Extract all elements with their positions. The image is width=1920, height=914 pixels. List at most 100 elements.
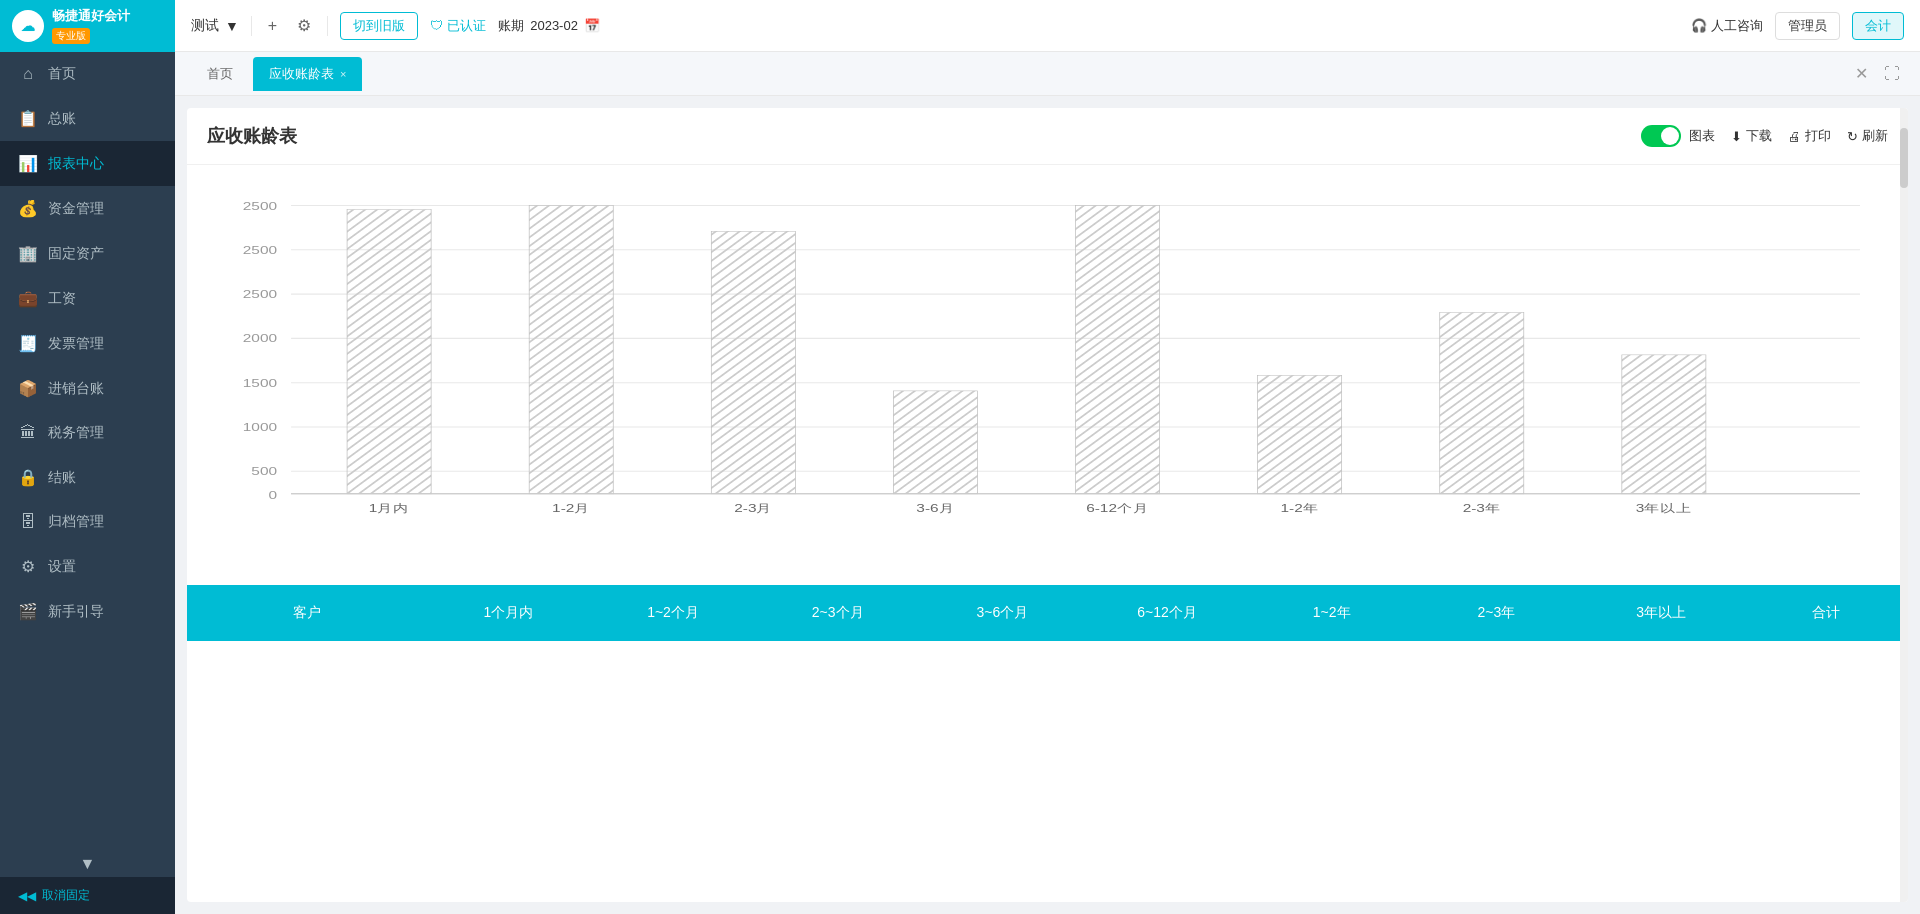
table-col-0: 客户 <box>187 604 426 622</box>
period-label: 账期 <box>498 17 524 35</box>
refresh-icon: ↻ <box>1847 129 1858 144</box>
main-area: 测试 ▼ + ⚙ 切到旧版 🛡 已认证 账期 2023-02 📅 🎧 人工咨询 … <box>175 0 1920 914</box>
sidebar-item-salary[interactable]: 💼 工资 <box>0 276 175 321</box>
logo-icon: ☁ <box>12 10 44 42</box>
sidebar-item-tax[interactable]: 🏛 税务管理 <box>0 411 175 455</box>
archive-icon: 🗄 <box>18 513 38 531</box>
svg-text:1-2月: 1-2月 <box>552 502 590 515</box>
sidebar-item-invoice[interactable]: 🧾 发票管理 <box>0 321 175 366</box>
certified-badge: 🛡 已认证 <box>430 17 486 35</box>
reports-icon: 📊 <box>18 154 38 173</box>
trade-icon: 📦 <box>18 379 38 398</box>
table-col-6: 1~2年 <box>1249 604 1414 622</box>
sidebar-label-tax: 税务管理 <box>48 424 104 442</box>
content-area: 应收账龄表 图表 ⬇ 下载 🖨 打印 ↻ <box>175 96 1920 914</box>
svg-text:500: 500 <box>251 465 277 478</box>
sidebar-label-guide: 新手引导 <box>48 603 104 621</box>
sidebar-scroll-down[interactable]: ▼ <box>0 851 175 877</box>
svg-text:1000: 1000 <box>243 421 277 434</box>
logo-text: 畅捷通好会计 <box>52 8 130 25</box>
chart-toggle-container: 图表 <box>1641 125 1715 147</box>
sidebar-label-salary: 工资 <box>48 290 76 308</box>
assets-icon: 🏢 <box>18 244 38 263</box>
user-manager-btn[interactable]: 管理员 <box>1775 12 1840 40</box>
bar-3年以上 <box>1622 355 1706 494</box>
bar-chart-svg: 2500 2500 2500 2000 1500 1000 500 0 <box>207 185 1888 535</box>
shield-icon: 🛡 <box>430 18 443 33</box>
sidebar-label-ledger: 总账 <box>48 110 76 128</box>
pin-label: 取消固定 <box>42 887 90 904</box>
sidebar-label-closing: 结账 <box>48 469 76 487</box>
download-icon: ⬇ <box>1731 129 1742 144</box>
period-selector[interactable]: 账期 2023-02 📅 <box>498 17 600 35</box>
invoice-icon: 🧾 <box>18 334 38 353</box>
bar-6-12月 <box>1076 206 1160 494</box>
service-btn[interactable]: 🎧 人工咨询 <box>1691 17 1763 35</box>
page-title: 应收账龄表 <box>207 124 297 148</box>
sidebar-item-trade[interactable]: 📦 进销台账 <box>0 366 175 411</box>
svg-text:2500: 2500 <box>243 288 277 301</box>
sidebar-item-settings[interactable]: ⚙ 设置 <box>0 544 175 589</box>
print-button[interactable]: 🖨 打印 <box>1788 127 1831 145</box>
sidebar-label-assets: 固定资产 <box>48 245 104 263</box>
bar-1月内 <box>347 210 431 494</box>
refresh-button[interactable]: ↻ 刷新 <box>1847 127 1888 145</box>
chart-toggle-label: 图表 <box>1689 127 1715 145</box>
svg-text:0: 0 <box>268 489 277 502</box>
refresh-label: 刷新 <box>1862 127 1888 145</box>
sidebar-label-settings: 设置 <box>48 558 76 576</box>
sidebar-item-funds[interactable]: 💰 资金管理 <box>0 186 175 231</box>
svg-text:3-6月: 3-6月 <box>916 502 954 515</box>
fullscreen-button[interactable]: ⛶ <box>1880 60 1904 87</box>
settings-button[interactable]: ⚙ <box>293 12 315 39</box>
table-col-9: 合计 <box>1743 604 1908 622</box>
user-role-btn[interactable]: 会计 <box>1852 12 1904 40</box>
chart-toggle[interactable] <box>1641 125 1681 147</box>
chevron-down-icon: ▼ <box>225 18 239 34</box>
sidebar-item-ledger[interactable]: 📋 总账 <box>0 96 175 141</box>
topbar-divider-1 <box>251 16 252 36</box>
svg-text:2500: 2500 <box>243 200 277 213</box>
bar-2-3年 <box>1440 313 1524 494</box>
ledger-icon: 📋 <box>18 109 38 128</box>
page-container: 应收账龄表 图表 ⬇ 下载 🖨 打印 ↻ <box>187 108 1908 902</box>
tab-close-icon[interactable]: × <box>340 68 346 80</box>
bar-2-3月 <box>711 231 795 494</box>
sidebar-item-home[interactable]: ⌂ 首页 <box>0 52 175 96</box>
service-label: 人工咨询 <box>1711 17 1763 35</box>
switch-version-button[interactable]: 切到旧版 <box>340 12 418 40</box>
sidebar-label-archive: 归档管理 <box>48 513 104 531</box>
project-name: 测试 <box>191 17 219 35</box>
close-window-button[interactable]: ✕ <box>1851 60 1872 87</box>
sidebar-item-guide[interactable]: 🎬 新手引导 <box>0 589 175 634</box>
chart-svg-container: 2500 2500 2500 2000 1500 1000 500 0 <box>207 185 1888 535</box>
svg-text:1月内: 1月内 <box>369 502 409 515</box>
sidebar: ☁ 畅捷通好会计 专业版 ⌂ 首页 📋 总账 📊 报表中心 💰 资金管理 🏢 固… <box>0 0 175 914</box>
closing-icon: 🔒 <box>18 468 38 487</box>
bar-3-6月 <box>893 391 977 494</box>
download-button[interactable]: ⬇ 下载 <box>1731 127 1772 145</box>
add-button[interactable]: + <box>264 13 281 39</box>
tab-home[interactable]: 首页 <box>191 57 249 91</box>
sidebar-item-archive[interactable]: 🗄 归档管理 <box>0 500 175 544</box>
sidebar-item-assets[interactable]: 🏢 固定资产 <box>0 231 175 276</box>
table-col-7: 2~3年 <box>1414 604 1579 622</box>
settings-icon: ⚙ <box>18 557 38 576</box>
table-col-8: 3年以上 <box>1579 604 1744 622</box>
sidebar-label-invoice: 发票管理 <box>48 335 104 353</box>
page-header: 应收账龄表 图表 ⬇ 下载 🖨 打印 ↻ <box>187 108 1908 165</box>
home-icon: ⌂ <box>18 65 38 83</box>
sidebar-item-reports[interactable]: 📊 报表中心 <box>0 141 175 186</box>
project-selector[interactable]: 测试 ▼ <box>191 17 239 35</box>
page-scrollbar[interactable] <box>1900 108 1908 902</box>
tabs-bar: 首页 应收账龄表 × ✕ ⛶ <box>175 52 1920 96</box>
topbar-right: 🎧 人工咨询 管理员 会计 <box>1691 12 1904 40</box>
bar-1-2年 <box>1258 375 1342 493</box>
sidebar-label-reports: 报表中心 <box>48 155 104 173</box>
tab-aging[interactable]: 应收账龄表 × <box>253 57 362 91</box>
svg-text:2-3年: 2-3年 <box>1463 502 1501 515</box>
svg-text:2500: 2500 <box>243 244 277 257</box>
sidebar-pin-btn[interactable]: ◀◀ 取消固定 <box>0 877 175 914</box>
sidebar-item-closing[interactable]: 🔒 结账 <box>0 455 175 500</box>
certified-label: 已认证 <box>447 17 486 35</box>
